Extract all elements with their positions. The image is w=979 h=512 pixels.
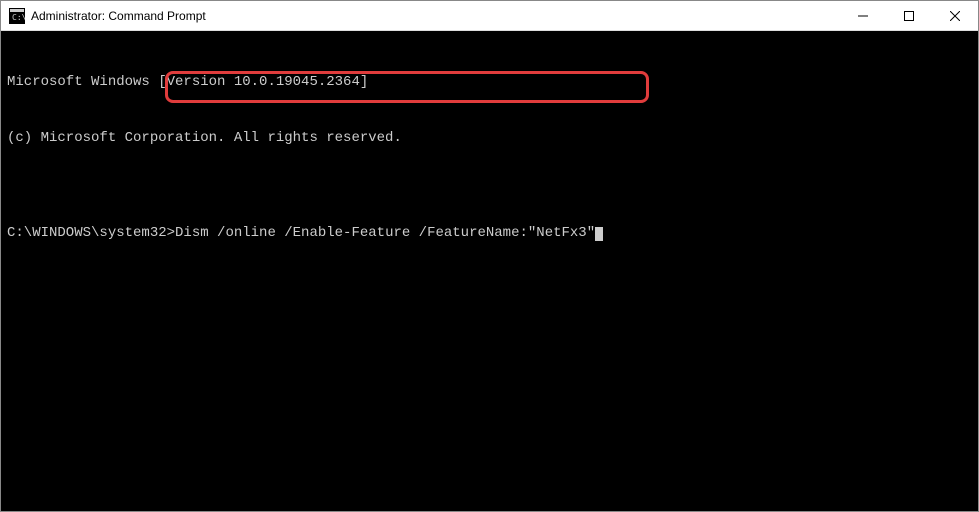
cmd-icon: C:\ bbox=[9, 8, 25, 24]
prompt-text: C:\WINDOWS\system32> bbox=[7, 225, 175, 241]
maximize-button[interactable] bbox=[886, 1, 932, 30]
minimize-button[interactable] bbox=[840, 1, 886, 30]
command-line: C:\WINDOWS\system32>Dism /online /Enable… bbox=[7, 224, 972, 243]
svg-text:C:\: C:\ bbox=[12, 13, 25, 22]
window-controls bbox=[840, 1, 978, 30]
command-text: Dism /online /Enable-Feature /FeatureNam… bbox=[175, 225, 595, 241]
cursor bbox=[595, 227, 603, 241]
close-button[interactable] bbox=[932, 1, 978, 30]
window-title: Administrator: Command Prompt bbox=[31, 9, 840, 23]
version-line: Microsoft Windows [Version 10.0.19045.23… bbox=[7, 73, 972, 92]
titlebar[interactable]: C:\ Administrator: Command Prompt bbox=[1, 1, 978, 31]
copyright-line: (c) Microsoft Corporation. All rights re… bbox=[7, 129, 972, 148]
command-prompt-window: C:\ Administrator: Command Prompt Micros… bbox=[0, 0, 979, 512]
terminal-area[interactable]: Microsoft Windows [Version 10.0.19045.23… bbox=[1, 31, 978, 511]
